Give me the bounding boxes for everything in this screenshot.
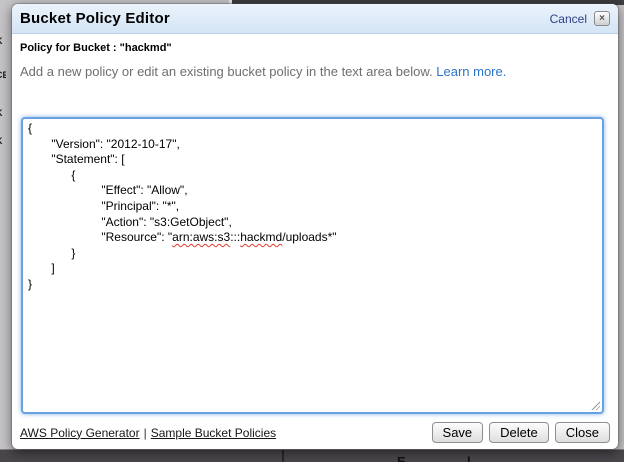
footer-links: AWS Policy Generator | Sample Bucket Polic… [20, 426, 276, 440]
save-button[interactable]: Save [432, 422, 484, 443]
dialog-description: Add a new policy or edit an existing buc… [20, 64, 610, 79]
learn-more-link[interactable]: Learn more. [436, 64, 506, 79]
bucket-policy-editor-dialog: Bucket Policy Editor Cancel × Policy for… [12, 4, 618, 449]
resize-grip-icon[interactable] [590, 400, 600, 410]
policy-for-bucket-label: Policy for Bucket : "hackmd" [20, 42, 610, 54]
cancel-link[interactable]: Cancel [550, 12, 587, 26]
background-text-fragment: K [0, 136, 6, 146]
link-separator: | [144, 426, 147, 440]
footer-buttons: Save Delete Close [432, 422, 610, 443]
background-text-fragment: CE [0, 70, 6, 80]
close-x-icon[interactable]: × [594, 11, 610, 26]
background-text-fragment: l [467, 454, 471, 462]
aws-policy-generator-link[interactable]: AWS Policy Generator [20, 426, 140, 440]
sample-bucket-policies-link[interactable]: Sample Bucket Policies [151, 426, 276, 440]
page-root: { "dialog": { "title": "Bucket Policy Ed… [0, 0, 624, 462]
background-text-fragment: K [0, 36, 6, 46]
delete-button[interactable]: Delete [489, 422, 549, 443]
dialog-footer: AWS Policy Generator | Sample Bucket Polic… [12, 422, 618, 443]
background-text-fragment: E [397, 454, 406, 462]
background-text-fragment: K [0, 108, 6, 118]
background-bottom-divider [282, 450, 284, 462]
background-bottom-band: E l [0, 449, 624, 462]
dialog-title: Bucket Policy Editor [20, 10, 170, 27]
dialog-header: Bucket Policy Editor Cancel × [12, 4, 618, 34]
policy-textarea[interactable]: { "Version": "2012-10-17", "Statement": … [21, 117, 604, 414]
description-text: Add a new policy or edit an existing buc… [20, 64, 433, 79]
close-button[interactable]: Close [555, 422, 610, 443]
